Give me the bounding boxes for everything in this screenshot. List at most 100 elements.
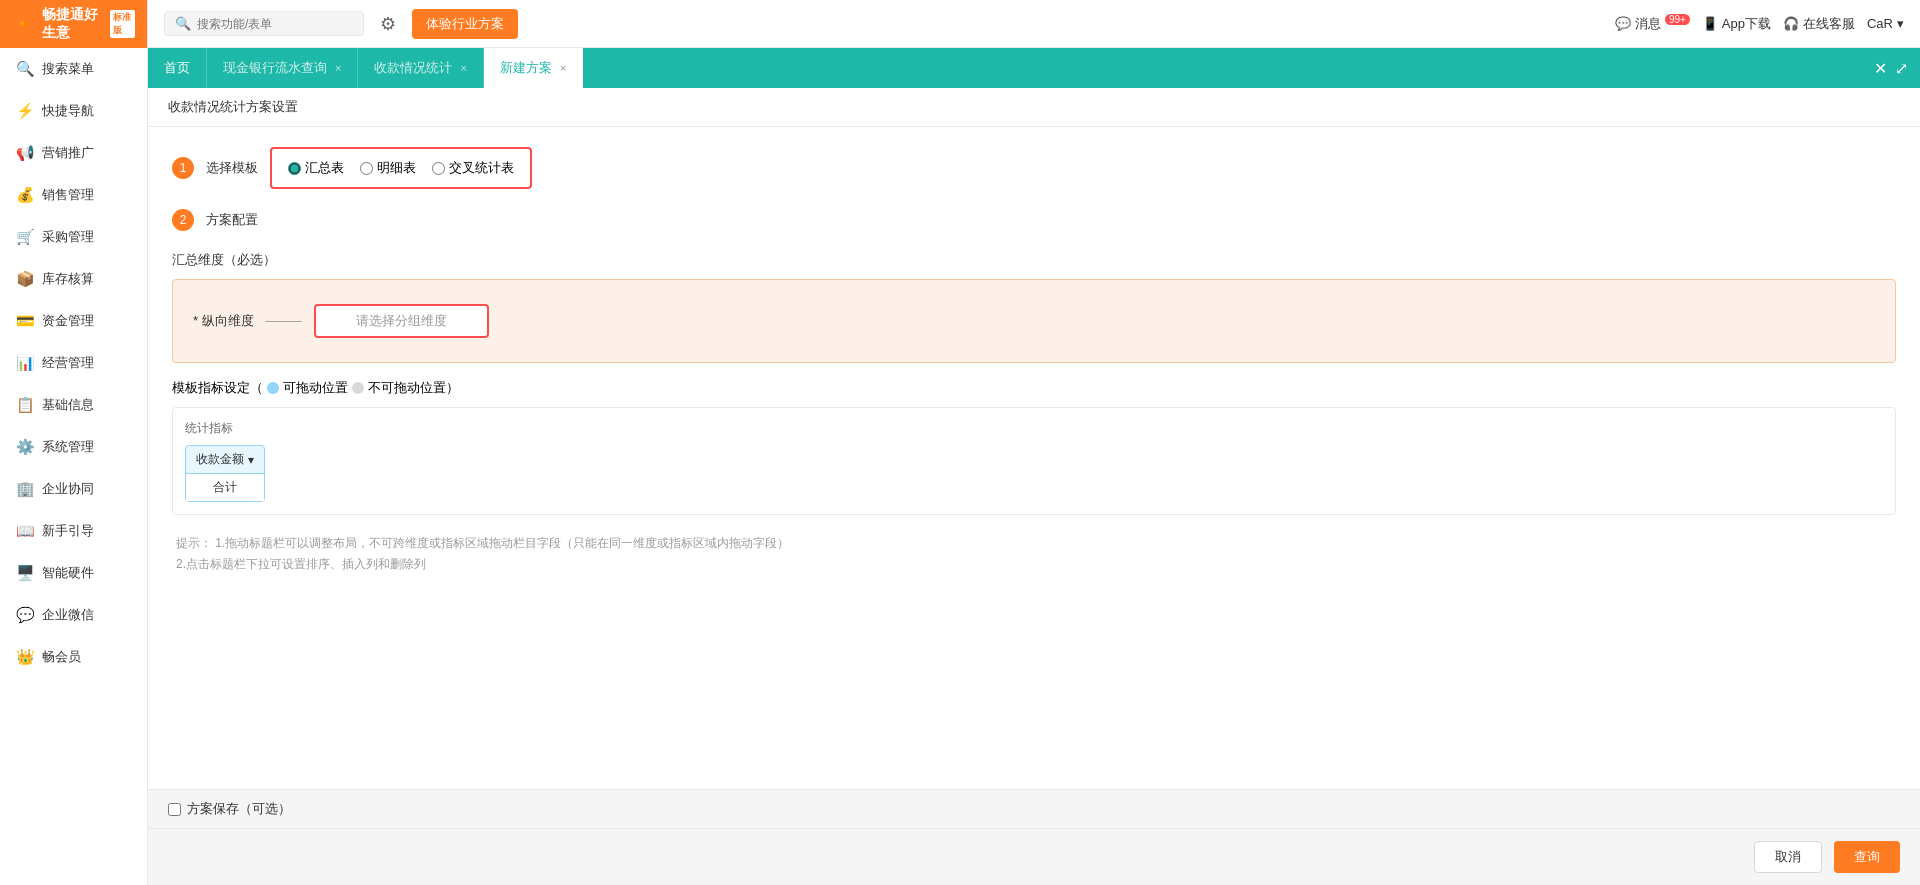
metrics-section-label: 统计指标 — [185, 420, 1883, 437]
settings-icon[interactable]: ⚙ — [380, 13, 396, 35]
cancel-button[interactable]: 取消 — [1754, 841, 1822, 873]
download-label: App下载 — [1722, 15, 1771, 33]
metrics-config-label: 模板指标设定（ — [172, 379, 263, 397]
tab-newplan[interactable]: 新建方案 × — [484, 48, 583, 88]
hardware-icon: 🖥️ — [16, 564, 34, 582]
step1-row: 1 选择模板 汇总表 明细表 交叉统计表 — [172, 147, 1896, 189]
search-icon: 🔍 — [16, 60, 34, 78]
sidebar-item-basics-label: 基础信息 — [42, 396, 94, 414]
user-area[interactable]: CaR ▾ — [1867, 16, 1904, 31]
sidebar-item-guide-label: 新手引导 — [42, 522, 94, 540]
topbar-actions: 💬 消息 99+ 📱 App下载 🎧 在线客服 CaR ▾ — [1615, 15, 1904, 33]
radio-detail-input[interactable] — [360, 162, 373, 175]
arrow-label: ——— — [266, 314, 302, 328]
hint-2: 2.点击标题栏下拉可设置排序、插入列和删除列 — [176, 556, 1892, 573]
tab-receipts-close[interactable]: × — [460, 62, 466, 74]
sidebar-item-finance[interactable]: 💳 资金管理 — [0, 300, 147, 342]
radio-cross[interactable]: 交叉统计表 — [432, 159, 514, 177]
purchase-icon: 🛒 — [16, 228, 34, 246]
config-section: 汇总维度（必选） * 纵向维度 ——— 请选择分组维度 模板指标设定（ 可拖动位… — [172, 251, 1896, 573]
step2-row: 2 方案配置 — [172, 209, 1896, 231]
metrics-config-row: 模板指标设定（ 可拖动位置 不可拖动位置） — [172, 379, 1896, 397]
sales-icon: 💰 — [16, 186, 34, 204]
template-section: 汇总表 明细表 交叉统计表 — [270, 147, 532, 189]
message-badge: 99+ — [1665, 14, 1690, 25]
save-label[interactable]: 方案保存（可选） — [168, 800, 291, 818]
hints-section: 提示： 1.拖动标题栏可以调整布局，不可跨维度或指标区域拖动栏目字段（只能在同一… — [172, 535, 1896, 573]
tab-cashflow-close[interactable]: × — [335, 62, 341, 74]
sidebar-item-enterprise-label: 企业协同 — [42, 480, 94, 498]
dimension-row: * 纵向维度 ——— 请选择分组维度 — [193, 304, 1875, 338]
step2-number: 2 — [172, 209, 194, 231]
trial-button[interactable]: 体验行业方案 — [412, 9, 518, 39]
metrics-chevron-icon: ▾ — [248, 453, 254, 467]
step1-number: 1 — [172, 157, 194, 179]
metrics-col-header[interactable]: 收款金额 ▾ — [186, 446, 264, 474]
metrics-col-block: 收款金额 ▾ 合计 — [185, 445, 265, 502]
basics-icon: 📋 — [16, 396, 34, 414]
sidebar-item-enterprise[interactable]: 🏢 企业协同 — [0, 468, 147, 510]
query-button[interactable]: 查询 — [1834, 841, 1900, 873]
dimension-area: * 纵向维度 ——— 请选择分组维度 — [172, 279, 1896, 363]
download-button[interactable]: 📱 App下载 — [1702, 15, 1771, 33]
sidebar-item-purchase[interactable]: 🛒 采购管理 — [0, 216, 147, 258]
toggle-dot-nondraggable — [352, 382, 364, 394]
support-label: 在线客服 — [1803, 15, 1855, 33]
tab-receipts-label: 收款情况统计 — [374, 59, 452, 77]
management-icon: 📊 — [16, 354, 34, 372]
sidebar-item-wechat[interactable]: 💬 企业微信 — [0, 594, 147, 636]
sidebar-item-marketing[interactable]: 📢 营销推广 — [0, 132, 147, 174]
sidebar-item-quicknav[interactable]: ⚡ 快捷导航 — [0, 90, 147, 132]
footer: 取消 查询 — [148, 828, 1920, 885]
sidebar-item-sales[interactable]: 💰 销售管理 — [0, 174, 147, 216]
sidebar-item-system[interactable]: ⚙️ 系统管理 — [0, 426, 147, 468]
system-icon: ⚙️ — [16, 438, 34, 456]
search-box[interactable]: 🔍 — [164, 11, 364, 36]
tab-home[interactable]: 首页 — [148, 48, 207, 88]
dim-row-label: * 纵向维度 — [193, 312, 254, 330]
tab-home-label: 首页 — [164, 59, 190, 77]
tab-newplan-close[interactable]: × — [560, 62, 566, 74]
toggle-dot-draggable — [267, 382, 279, 394]
download-icon: 📱 — [1702, 16, 1718, 31]
marketing-icon: 📢 — [16, 144, 34, 162]
sidebar-item-guide[interactable]: 📖 新手引导 — [0, 510, 147, 552]
sidebar-item-member[interactable]: 👑 畅会员 — [0, 636, 147, 678]
enterprise-icon: 🏢 — [16, 480, 34, 498]
search-input[interactable] — [197, 17, 337, 31]
radio-detail[interactable]: 明细表 — [360, 159, 416, 177]
member-icon: 👑 — [16, 648, 34, 666]
radio-summary[interactable]: 汇总表 — [288, 159, 344, 177]
logo-icon: 🔸 — [12, 13, 34, 35]
logo-text: 畅捷通好生意 — [42, 6, 102, 42]
sidebar-item-management-label: 经营管理 — [42, 354, 94, 372]
topbar: 🔍 ⚙ 体验行业方案 💬 消息 99+ 📱 App下载 🎧 在线客服 CaR ▾ — [148, 0, 1920, 48]
close-window-icon[interactable]: ✕ — [1874, 59, 1887, 78]
guide-icon: 📖 — [16, 522, 34, 540]
sidebar-item-hardware-label: 智能硬件 — [42, 564, 94, 582]
dimension-select[interactable]: 请选择分组维度 — [314, 304, 489, 338]
sidebar-item-inventory[interactable]: 📦 库存核算 — [0, 258, 147, 300]
sidebar-item-marketing-label: 营销推广 — [42, 144, 94, 162]
message-button[interactable]: 💬 消息 99+ — [1615, 15, 1690, 33]
chevron-down-icon: ▾ — [1897, 16, 1904, 31]
sidebar-item-basics[interactable]: 📋 基础信息 — [0, 384, 147, 426]
tab-cashflow[interactable]: 现金银行流水查询 × — [207, 48, 358, 88]
user-name: CaR — [1867, 16, 1893, 31]
tab-receipts[interactable]: 收款情况统计 × — [358, 48, 483, 88]
maximize-icon[interactable]: ⤢ — [1895, 59, 1908, 78]
radio-cross-input[interactable] — [432, 162, 445, 175]
sidebar-item-hardware[interactable]: 🖥️ 智能硬件 — [0, 552, 147, 594]
logo-badge: 标准版 — [110, 10, 135, 38]
save-text: 方案保存（可选） — [187, 800, 291, 818]
tabbar: 首页 现金银行流水查询 × 收款情况统计 × 新建方案 × ✕ ⤢ — [148, 48, 1920, 88]
step2-label: 方案配置 — [206, 211, 258, 229]
sidebar-item-sales-label: 销售管理 — [42, 186, 94, 204]
sidebar-item-search[interactable]: 🔍 搜索菜单 — [0, 48, 147, 90]
support-button[interactable]: 🎧 在线客服 — [1783, 15, 1855, 33]
radio-summary-input[interactable] — [288, 162, 301, 175]
save-checkbox[interactable] — [168, 803, 181, 816]
support-icon: 🎧 — [1783, 16, 1799, 31]
save-row: 方案保存（可选） — [148, 789, 1920, 828]
sidebar-item-management[interactable]: 📊 经营管理 — [0, 342, 147, 384]
